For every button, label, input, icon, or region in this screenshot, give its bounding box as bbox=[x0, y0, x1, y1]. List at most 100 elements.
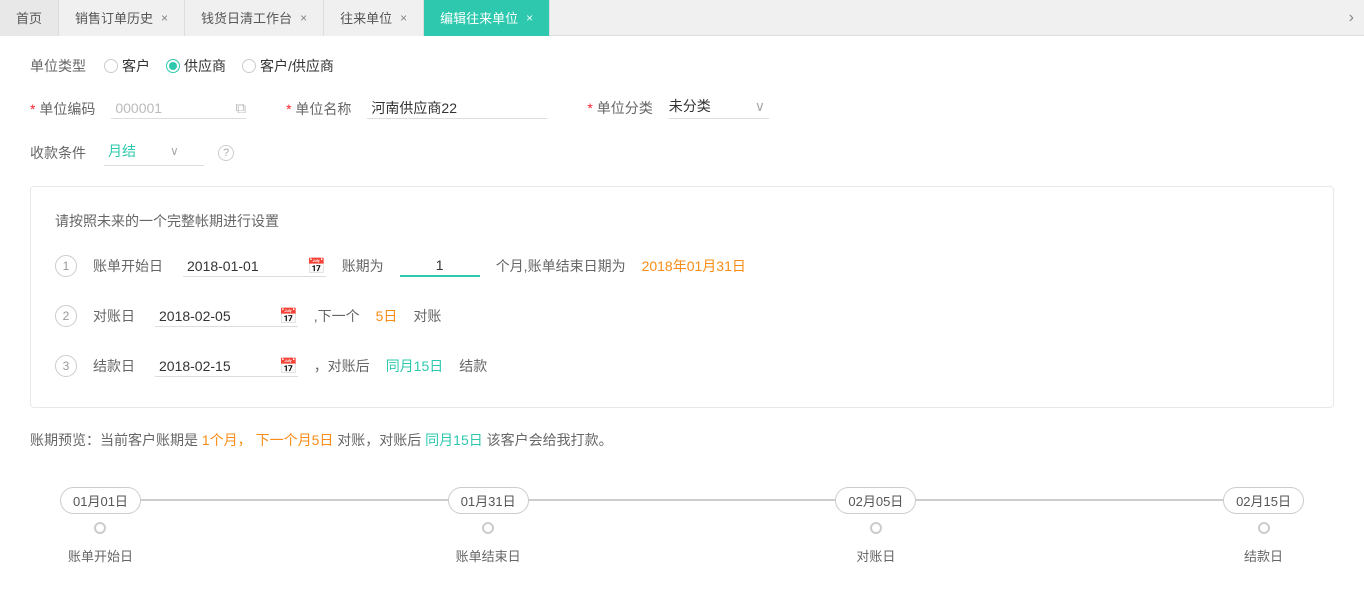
step-1-date-input[interactable] bbox=[183, 256, 303, 276]
payment-help-icon[interactable]: ? bbox=[218, 145, 234, 161]
tab-cash-work-close[interactable]: × bbox=[300, 11, 307, 25]
preview-label: 账期预览：当前客户账期是 bbox=[30, 432, 198, 448]
radio-supplier[interactable]: 供应商 bbox=[166, 56, 226, 76]
step-3-highlight: 同月15日 bbox=[386, 356, 444, 376]
step-2-highlight: 5日 bbox=[376, 306, 398, 326]
step-3-date-input[interactable] bbox=[155, 356, 275, 376]
step-2-prefix: ,下一个 bbox=[314, 306, 360, 326]
timeline-label-2: 账单结束日 bbox=[456, 546, 521, 565]
step-3-suffix: 结款 bbox=[459, 356, 487, 376]
unit-type-row: 单位类型 客户 供应商 客户/供应商 bbox=[30, 56, 1334, 76]
unit-type-label: 单位类型 bbox=[30, 56, 86, 76]
timeline-dot-4 bbox=[1258, 522, 1270, 534]
unit-classify-label: 单位分类 bbox=[587, 98, 652, 118]
radio-customer[interactable]: 客户 bbox=[104, 56, 150, 76]
step-1-mid-text: 账期为 bbox=[342, 256, 384, 276]
radio-both-label: 客户/供应商 bbox=[260, 56, 334, 76]
tab-partner-list[interactable]: 往来单位 × bbox=[324, 0, 424, 36]
unit-info-row: 单位编码 ⧉ 单位名称 单位分类 未分类 ∨ bbox=[30, 96, 1334, 119]
preview-jiekuan: 同月15日 bbox=[425, 432, 483, 448]
step-1-calendar-icon[interactable]: 📅 bbox=[307, 257, 326, 275]
preview-duizhang: 下一个月5日 bbox=[256, 432, 334, 448]
step-2-date-input[interactable] bbox=[155, 306, 275, 326]
timeline-badge-1: 01月01日 bbox=[60, 487, 141, 514]
step-1-end-date: 2018年01月31日 bbox=[642, 256, 746, 276]
unit-name-label: 单位名称 bbox=[286, 99, 351, 119]
tab-sales-history[interactable]: 销售订单历史 × bbox=[59, 0, 185, 36]
step-1-num: 1 bbox=[55, 255, 77, 277]
radio-customer-circle bbox=[104, 59, 118, 73]
unit-classify-value: 未分类 bbox=[669, 96, 711, 116]
step-2-suffix: 对账 bbox=[413, 306, 441, 326]
unit-type-radio-group: 客户 供应商 客户/供应商 bbox=[104, 56, 334, 76]
tab-edit-partner[interactable]: 编辑往来单位 × bbox=[424, 0, 550, 36]
step-3-num: 3 bbox=[55, 355, 77, 377]
step-1-date-field[interactable]: 📅 bbox=[183, 256, 326, 277]
unit-code-field[interactable]: ⧉ bbox=[111, 98, 246, 119]
timeline-point-2: 01月31日 账单结束日 bbox=[448, 487, 529, 565]
timeline-points: 01月01日 账单开始日 01月31日 账单结束日 02月05日 对账日 02月… bbox=[30, 487, 1334, 565]
step-2-label: 对账日 bbox=[93, 306, 135, 326]
timeline-dot-1 bbox=[94, 522, 106, 534]
timeline: 01月01日 账单开始日 01月31日 账单结束日 02月05日 对账日 02月… bbox=[30, 477, 1334, 595]
payment-label: 收款条件 bbox=[30, 143, 86, 163]
tab-edit-partner-label: 编辑往来单位 bbox=[440, 8, 518, 27]
payment-arrow-icon: ∨ bbox=[170, 144, 179, 158]
step-3-prefix: ，对账后 bbox=[314, 356, 370, 376]
timeline-label-4: 结款日 bbox=[1244, 546, 1283, 565]
timeline-badge-2: 01月31日 bbox=[448, 487, 529, 514]
radio-supplier-circle bbox=[166, 59, 180, 73]
timeline-point-4: 02月15日 结款日 bbox=[1223, 487, 1334, 565]
tab-edit-partner-close[interactable]: × bbox=[526, 11, 533, 25]
tab-sales-history-label: 销售订单历史 bbox=[75, 8, 153, 27]
timeline-dot-3 bbox=[870, 522, 882, 534]
step-3-date-field[interactable]: 📅 bbox=[155, 356, 298, 377]
tab-cash-work[interactable]: 钱货日清工作台 × bbox=[185, 0, 324, 36]
timeline-point-3: 02月05日 对账日 bbox=[835, 487, 916, 565]
timeline-dot-2 bbox=[482, 522, 494, 534]
step-1-row: 1 账单开始日 📅 账期为 个月,账单结束日期为 2018年01月31日 bbox=[55, 255, 1309, 277]
radio-supplier-label: 供应商 bbox=[184, 56, 226, 76]
timeline-badge-3: 02月05日 bbox=[835, 487, 916, 514]
tab-sales-history-close[interactable]: × bbox=[161, 11, 168, 25]
step-2-row: 2 对账日 📅 ,下一个 5日 对账 bbox=[55, 305, 1309, 327]
step-1-month-input[interactable] bbox=[400, 255, 480, 277]
step-3-row: 3 结款日 📅 ，对账后 同月15日 结款 bbox=[55, 355, 1309, 377]
tab-home-label: 首页 bbox=[16, 8, 42, 27]
unit-code-copy-icon[interactable]: ⧉ bbox=[235, 100, 246, 117]
unit-code-input[interactable] bbox=[111, 98, 231, 118]
payment-value: 月结 bbox=[104, 139, 140, 163]
tab-home[interactable]: 首页 bbox=[0, 0, 59, 36]
step-2-calendar-icon[interactable]: 📅 bbox=[279, 307, 298, 325]
timeline-point-1: 01月01日 账单开始日 bbox=[30, 487, 141, 565]
radio-both-circle bbox=[242, 59, 256, 73]
tab-cash-work-label: 钱货日清工作台 bbox=[201, 8, 292, 27]
payment-select[interactable]: 月结 ∨ bbox=[104, 139, 204, 166]
step-2-num: 2 bbox=[55, 305, 77, 327]
section-title: 请按照未来的一个完整帐期进行设置 bbox=[55, 211, 1309, 231]
timeline-badge-4: 02月15日 bbox=[1223, 487, 1304, 514]
step-1-suffix: 个月,账单结束日期为 bbox=[496, 256, 626, 276]
tab-partner-list-label: 往来单位 bbox=[340, 8, 392, 27]
timeline-label-1: 账单开始日 bbox=[68, 546, 133, 565]
preview-1month: 1个月， bbox=[202, 432, 252, 448]
step-3-calendar-icon[interactable]: 📅 bbox=[279, 357, 298, 375]
tab-partner-list-close[interactable]: × bbox=[400, 11, 407, 25]
step-2-date-field[interactable]: 📅 bbox=[155, 306, 298, 327]
step-1-label: 账单开始日 bbox=[93, 256, 163, 276]
main-content: 单位类型 客户 供应商 客户/供应商 单位编码 ⧉ 单位名 bbox=[0, 36, 1364, 615]
preview-text: 账期预览：当前客户账期是 1个月， 下一个月5日 对账，对账后 同月15日 该客… bbox=[30, 428, 1334, 453]
preview-end: 该客户会给我打款。 bbox=[487, 432, 613, 448]
tab-bar: 首页 销售订单历史 × 钱货日清工作台 × 往来单位 × 编辑往来单位 × › bbox=[0, 0, 1364, 36]
radio-both[interactable]: 客户/供应商 bbox=[242, 56, 334, 76]
step-3-label: 结款日 bbox=[93, 356, 135, 376]
unit-name-input[interactable] bbox=[367, 98, 547, 119]
payment-row: 收款条件 月结 ∨ ? bbox=[30, 139, 1334, 166]
billing-section: 请按照未来的一个完整帐期进行设置 1 账单开始日 📅 账期为 个月,账单结束日期… bbox=[30, 186, 1334, 408]
preview-mid: 对账，对账后 bbox=[337, 432, 421, 448]
timeline-label-3: 对账日 bbox=[856, 546, 895, 565]
tab-expand-button[interactable]: › bbox=[1339, 9, 1364, 27]
unit-classify-arrow-icon: ∨ bbox=[755, 98, 765, 115]
unit-classify-select[interactable]: 未分类 ∨ bbox=[669, 96, 769, 119]
radio-customer-label: 客户 bbox=[122, 56, 150, 76]
